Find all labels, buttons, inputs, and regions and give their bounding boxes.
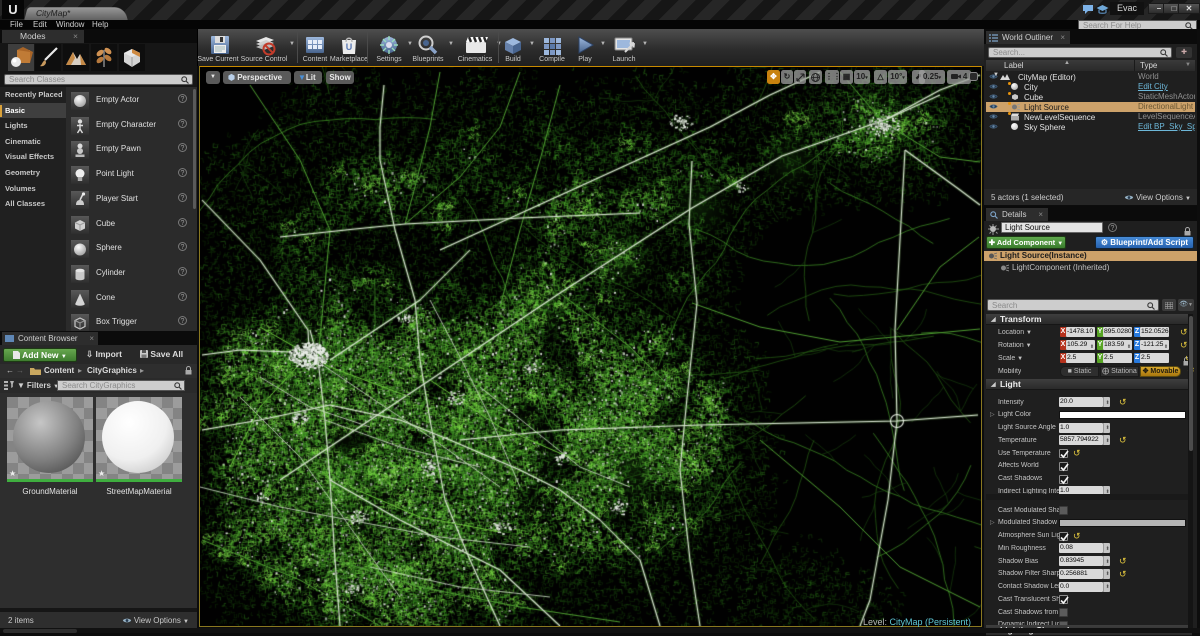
svg-text:U: U: [346, 42, 353, 52]
